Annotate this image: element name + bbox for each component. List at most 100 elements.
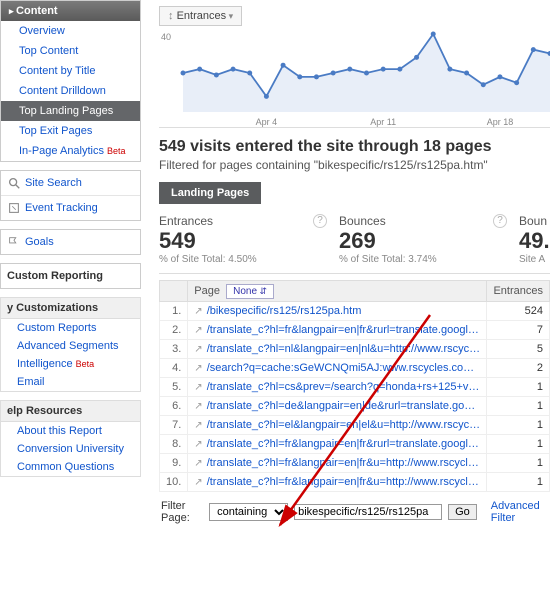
- cust-intelligence[interactable]: IntelligenceBeta: [1, 355, 140, 373]
- metric-bounces: Bounces269% of Site Total: 3.74%?: [339, 214, 519, 265]
- external-icon[interactable]: ↗: [194, 363, 202, 374]
- goals-label: Goals: [25, 236, 54, 248]
- external-icon[interactable]: ↗: [194, 439, 202, 450]
- row-index: 6.: [160, 397, 188, 416]
- help-head: elp Resources: [0, 400, 141, 422]
- table-row[interactable]: 10.↗/translate_c?hl=fr&langpair=en|fr&u=…: [160, 473, 550, 492]
- table-row[interactable]: 3.↗/translate_c?hl=nl&langpair=en|nl&u=h…: [160, 340, 550, 359]
- custom-reporting-link[interactable]: Custom Reporting: [7, 270, 103, 282]
- customizations-head: y Customizations: [0, 297, 141, 319]
- table-row[interactable]: 1.↗/bikespecific/rs125/rs125pa.htm524: [160, 302, 550, 321]
- row-page[interactable]: ↗/search?q=cache:sGeWCNQmi5AJ:www.rscycl…: [188, 359, 487, 378]
- col-page-label: Page: [194, 285, 220, 297]
- external-icon[interactable]: ↗: [194, 458, 202, 469]
- help-conversion-university[interactable]: Conversion University: [1, 440, 140, 458]
- row-entrances: 7: [487, 321, 550, 340]
- help-about-this-report[interactable]: About this Report: [1, 422, 140, 440]
- row-page[interactable]: ↗/translate_c?hl=nl&langpair=en|nl&u=htt…: [188, 340, 487, 359]
- event-tracking-link[interactable]: Event Tracking: [1, 196, 140, 220]
- help-icon[interactable]: ?: [493, 214, 507, 228]
- tab-landing-pages[interactable]: Landing Pages: [159, 182, 261, 204]
- table-row[interactable]: 6.↗/translate_c?hl=de&langpair=en|de&rur…: [160, 397, 550, 416]
- nav-item-top-exit-pages[interactable]: Top Exit Pages: [1, 121, 140, 141]
- metric-sub: Site A: [519, 254, 550, 265]
- row-index: 9.: [160, 454, 188, 473]
- table-row[interactable]: 4.↗/search?q=cache:sGeWCNQmi5AJ:www.rscy…: [160, 359, 550, 378]
- external-icon[interactable]: ↗: [194, 477, 202, 488]
- svg-text:40: 40: [161, 32, 171, 42]
- goals-link[interactable]: Goals: [1, 230, 140, 254]
- line-chart: 40Apr 4Apr 11Apr 18: [159, 28, 550, 128]
- external-icon[interactable]: ↗: [194, 306, 202, 317]
- row-page[interactable]: ↗/translate_c?hl=fr&langpair=en|fr&u=htt…: [188, 473, 487, 492]
- row-entrances: 2: [487, 359, 550, 378]
- col-page[interactable]: Page None: [188, 281, 487, 302]
- metric-sub: % of Site Total: 4.50%: [159, 254, 339, 265]
- cust-email[interactable]: Email: [1, 373, 140, 391]
- external-icon[interactable]: ↗: [194, 344, 202, 355]
- metric-boun: Boun49.0Site A: [519, 214, 550, 265]
- go-button[interactable]: Go: [448, 504, 477, 520]
- nav-item-content-by-title[interactable]: Content by Title: [1, 61, 140, 81]
- table-row[interactable]: 7.↗/translate_c?hl=el&langpair=en|el&u=h…: [160, 416, 550, 435]
- page-subtitle: Filtered for pages containing "bikespeci…: [159, 158, 550, 172]
- external-icon[interactable]: ↗: [194, 325, 202, 336]
- page-title: 549 visits entered the site through 18 p…: [159, 138, 550, 156]
- row-page[interactable]: ↗/translate_c?hl=fr&langpair=en|fr&rurl=…: [188, 435, 487, 454]
- metric-dropdown[interactable]: Entrances: [159, 6, 242, 26]
- nav-item-top-landing-pages[interactable]: Top Landing Pages: [1, 101, 140, 121]
- beta-badge: Beta: [107, 146, 126, 156]
- row-index: 8.: [160, 435, 188, 454]
- row-index: 3.: [160, 340, 188, 359]
- col-index: [160, 281, 188, 302]
- row-page[interactable]: ↗/translate_c?hl=fr&langpair=en|fr&u=htt…: [188, 454, 487, 473]
- table-row[interactable]: 8.↗/translate_c?hl=fr&langpair=en|fr&rur…: [160, 435, 550, 454]
- row-page[interactable]: ↗/translate_c?hl=el&langpair=en|el&u=htt…: [188, 416, 487, 435]
- filter-mode-select[interactable]: containing: [209, 503, 288, 521]
- search-icon: [7, 176, 21, 190]
- cust-custom-reports[interactable]: Custom Reports: [1, 319, 140, 337]
- content-nav-head[interactable]: Content: [1, 1, 140, 21]
- metric-value: 269: [339, 228, 519, 254]
- filter-label: Filter Page:: [161, 500, 203, 524]
- goals-icon: [7, 235, 21, 249]
- table-row[interactable]: 5.↗/translate_c?hl=cs&prev=/search?q=hon…: [160, 378, 550, 397]
- row-page[interactable]: ↗/translate_c?hl=de&langpair=en|de&rurl=…: [188, 397, 487, 416]
- filter-input[interactable]: [294, 504, 442, 520]
- external-icon[interactable]: ↗: [194, 420, 202, 431]
- metric-value: 549: [159, 228, 339, 254]
- nav-item-content-drilldown[interactable]: Content Drilldown: [1, 81, 140, 101]
- table-row[interactable]: 9.↗/translate_c?hl=fr&langpair=en|fr&u=h…: [160, 454, 550, 473]
- beta-badge: Beta: [76, 359, 95, 369]
- nav-item-top-content[interactable]: Top Content: [1, 41, 140, 61]
- event-icon: [7, 201, 21, 215]
- row-index: 5.: [160, 378, 188, 397]
- event-tracking-label: Event Tracking: [25, 202, 98, 214]
- row-page[interactable]: ↗/bikespecific/rs125/rs125pa.htm: [188, 302, 487, 321]
- advanced-filter-link[interactable]: Advanced Filter: [491, 500, 548, 524]
- row-entrances: 1: [487, 378, 550, 397]
- site-search-link[interactable]: Site Search: [1, 171, 140, 196]
- external-icon[interactable]: ↗: [194, 401, 202, 412]
- row-entrances: 1: [487, 454, 550, 473]
- help-icon[interactable]: ?: [313, 214, 327, 228]
- metric-label: Boun: [519, 214, 550, 228]
- cust-advanced-segments[interactable]: Advanced Segments: [1, 337, 140, 355]
- row-page[interactable]: ↗/translate_c?hl=cs&prev=/search?q=honda…: [188, 378, 487, 397]
- help-common-questions[interactable]: Common Questions: [1, 458, 140, 476]
- metric-entrances: Entrances549% of Site Total: 4.50%?: [159, 214, 339, 265]
- dimension-selector[interactable]: None: [226, 284, 274, 299]
- row-index: 10.: [160, 473, 188, 492]
- row-entrances: 1: [487, 435, 550, 454]
- nav-item-in-page-analytics[interactable]: In-Page AnalyticsBeta: [1, 141, 140, 161]
- row-index: 7.: [160, 416, 188, 435]
- svg-text:Apr 11: Apr 11: [370, 117, 396, 127]
- metric-value: 49.0: [519, 228, 550, 254]
- row-page[interactable]: ↗/translate_c?hl=fr&langpair=en|fr&rurl=…: [188, 321, 487, 340]
- row-entrances: 1: [487, 416, 550, 435]
- row-entrances: 1: [487, 397, 550, 416]
- col-entrances[interactable]: Entrances: [487, 281, 550, 302]
- table-row[interactable]: 2.↗/translate_c?hl=fr&langpair=en|fr&rur…: [160, 321, 550, 340]
- nav-item-overview[interactable]: Overview: [1, 21, 140, 41]
- external-icon[interactable]: ↗: [194, 382, 202, 393]
